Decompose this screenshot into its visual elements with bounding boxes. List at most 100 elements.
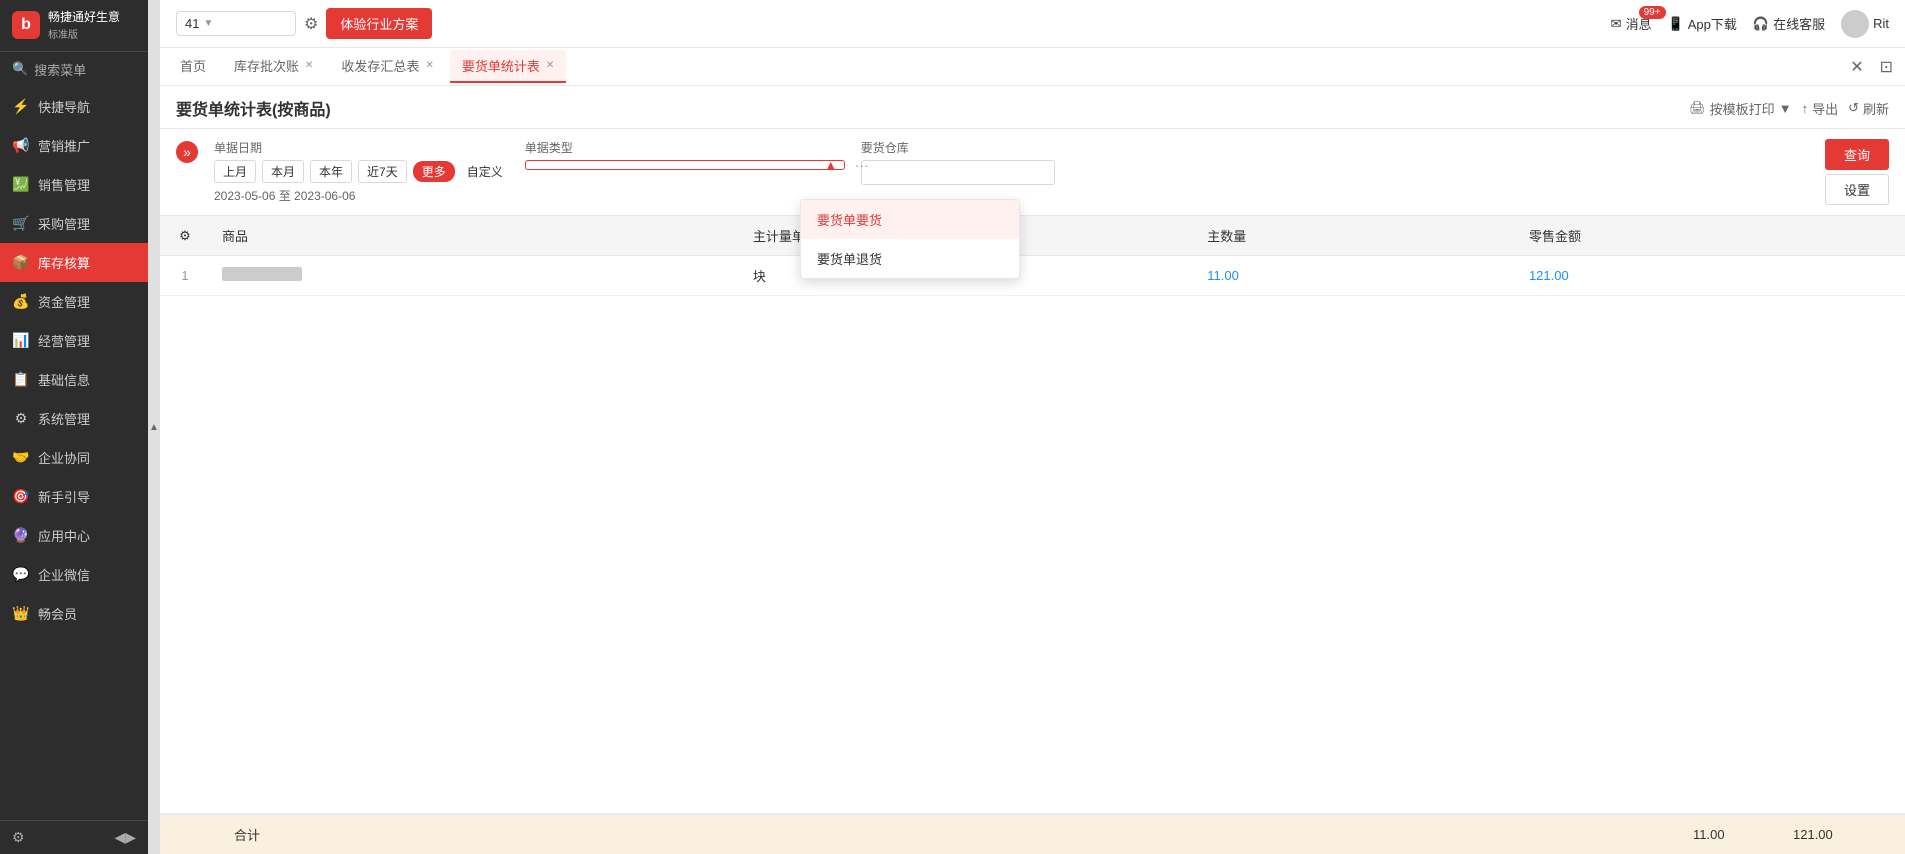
nav-icon-system: ⚙ [12,409,30,427]
sidebar-item-purchase[interactable]: 🛒 采购管理 [0,204,148,243]
company-selector[interactable]: 41 ▼ [176,11,296,36]
collapse-icon[interactable]: ◀▶ [114,829,136,846]
settings-bottom-icon[interactable]: ⚙ [12,829,25,846]
print-icon: 🖨 [1689,100,1706,116]
sidebar-item-member[interactable]: 👑 畅会员 [0,594,148,633]
tab-receivables-summary[interactable]: 收发存汇总表✕ [329,50,445,83]
page-content: 要货单统计表(按商品) 🖨 按模板打印 ▼ ↑ 导出 ↺ 刷新 » [160,86,1905,854]
nav-label-sales: 销售管理 [38,175,90,194]
type-select[interactable] [525,160,845,170]
online-service-action[interactable]: 🎧 在线客服 [1753,14,1825,33]
sidebar-item-basic[interactable]: 📋 基础信息 [0,360,148,399]
nav-label-system: 系统管理 [38,409,90,428]
nav-label-quick-nav: 快捷导航 [38,97,90,116]
more-dates-btn[interactable]: 更多 [413,161,455,182]
col-amount: 零售金额 [1517,216,1905,256]
topbar-settings-icon[interactable]: ⚙ [304,14,318,34]
user-avatar[interactable]: Rit [1841,10,1889,38]
print-template-action[interactable]: 🖨 按模板打印 ▼ [1689,99,1791,118]
table-header: ⚙ 商品 主计量单位 主数量 零售金额 [160,216,1905,256]
warehouse-filter-group: 要货仓库 [861,139,1055,185]
last-7days-btn[interactable]: 近7天 [358,160,407,183]
refresh-icon: ↺ [1848,100,1859,116]
tab-order-stats[interactable]: 要货单统计表 ✕ [450,50,566,83]
sidebar-item-operations[interactable]: 📊 经营管理 [0,321,148,360]
tab-home[interactable]: 首页 [168,50,218,83]
row-quantity-0: 11.00 [1195,256,1517,296]
message-action[interactable]: ✉ 消息 99+ [1611,14,1652,33]
sidebar-item-finance[interactable]: 💰 资金管理 [0,282,148,321]
sidebar-item-enterprise[interactable]: 🤝 企业协同 [0,438,148,477]
print-chevron: ▼ [1779,101,1792,116]
nav-icon-enterprise: 🤝 [12,448,30,466]
dropdown-item-要货单要货[interactable]: 要货单要货 [801,200,1019,239]
sidebar-scroll-handle[interactable]: ▲ [148,0,160,854]
query-button[interactable]: 查询 [1825,139,1889,170]
table-area: ⚙ 商品 主计量单位 主数量 零售金额 1 块 11.00 121.00 [160,216,1905,813]
tabbar: 首页库存批次账✕收发存汇总表✕ 要货单统计表 ✕ ✕ ⊡ [160,48,1905,86]
col-settings[interactable]: ⚙ [160,216,210,256]
tab-label-home: 首页 [180,56,206,75]
avatar-image [1841,10,1869,38]
tab-close-inventory-batch[interactable]: ✕ [305,60,313,71]
warehouse-input[interactable] [861,160,1055,185]
close-all-icon[interactable]: ✕ [1846,55,1867,79]
refresh-action[interactable]: ↺ 刷新 [1848,99,1889,118]
this-month-btn[interactable]: 本月 [262,160,304,183]
tab-label-order-stats: 要货单统计表 [462,56,540,75]
nav-icon-finance: 💰 [12,292,30,310]
nav-label-operations: 经营管理 [38,331,90,350]
dropdown-item-要货单退货[interactable]: 要货单退货 [801,239,1019,278]
sidebar-item-system[interactable]: ⚙ 系统管理 [0,399,148,438]
tab-inventory-batch[interactable]: 库存批次账✕ [222,50,325,83]
last-month-btn[interactable]: 上月 [214,160,256,183]
table-body: 1 块 11.00 121.00 [160,256,1905,296]
sidebar-nav: ⚡ 快捷导航📢 营销推广💹 销售管理🛒 采购管理📦 库存核算💰 资金管理📊 经营… [0,87,148,820]
col-product: 商品 [210,216,741,256]
nav-icon-purchase: 🛒 [12,214,30,232]
type-filter-label: 单据类型 [525,139,845,156]
sidebar-item-guide[interactable]: 🎯 新手引导 [0,477,148,516]
table-footer: 合计 11.00 121.00 [160,813,1905,854]
online-service-label: 在线客服 [1773,14,1825,33]
type-more-icon[interactable]: ··· [855,157,869,173]
search-icon: 🔍 [12,61,28,77]
nav-label-purchase: 采购管理 [38,214,90,233]
this-year-btn[interactable]: 本年 [310,160,352,183]
tab-close-receivables-summary[interactable]: ✕ [425,60,433,71]
nav-icon-marketing: 📢 [12,136,30,154]
message-icon: ✉ [1611,16,1622,32]
app-download-action[interactable]: 📱 App下载 [1668,14,1737,33]
phone-icon: 📱 [1668,16,1684,32]
version-label: 标准版 [48,26,120,41]
app-download-label: App下载 [1688,14,1737,33]
sidebar-item-marketing[interactable]: 📢 营销推广 [0,126,148,165]
search-menu[interactable]: 🔍 搜索菜单 [0,52,148,87]
filter-settings-button[interactable]: 设置 [1825,174,1889,205]
sidebar-item-wechat[interactable]: 💬 企业微信 [0,555,148,594]
sidebar-item-app-center[interactable]: 🔮 应用中心 [0,516,148,555]
sidebar-item-sales[interactable]: 💹 销售管理 [0,165,148,204]
nav-label-marketing: 营销推广 [38,136,90,155]
sidebar-item-quick-nav[interactable]: ⚡ 快捷导航 [0,87,148,126]
sidebar-item-inventory[interactable]: 📦 库存核算 [0,243,148,282]
filter-expand-button[interactable]: » [176,141,198,163]
nav-icon-sales: 💹 [12,175,30,193]
custom-date-btn[interactable]: 自定义 [461,161,509,182]
nav-label-member: 畅会员 [38,604,77,623]
nav-label-guide: 新手引导 [38,487,90,506]
trial-button[interactable]: 体验行业方案 [326,8,432,39]
export-action[interactable]: ↑ 导出 [1802,99,1839,118]
row-product-0 [210,256,741,296]
page-title: 要货单统计表(按商品) [176,96,331,120]
nav-label-wechat: 企业微信 [38,565,90,584]
sidebar-logo: b 畅捷通好生意 标准版 [0,0,148,52]
nav-icon-member: 👑 [12,604,30,622]
warehouse-label: 要货仓库 [861,139,1055,156]
nav-icon-app-center: 🔮 [12,526,30,544]
main-content: 41 ▼ ⚙ 体验行业方案 ✉ 消息 99+ 📱 App下载 🎧 在线客服 R [160,0,1905,854]
tab-close-order-stats[interactable]: ✕ [546,60,554,71]
row-amount-0: 121.00 [1517,256,1905,296]
tab-menu-icon[interactable]: ⊡ [1876,55,1897,79]
sidebar-bottom: ⚙ ◀▶ [0,820,148,854]
